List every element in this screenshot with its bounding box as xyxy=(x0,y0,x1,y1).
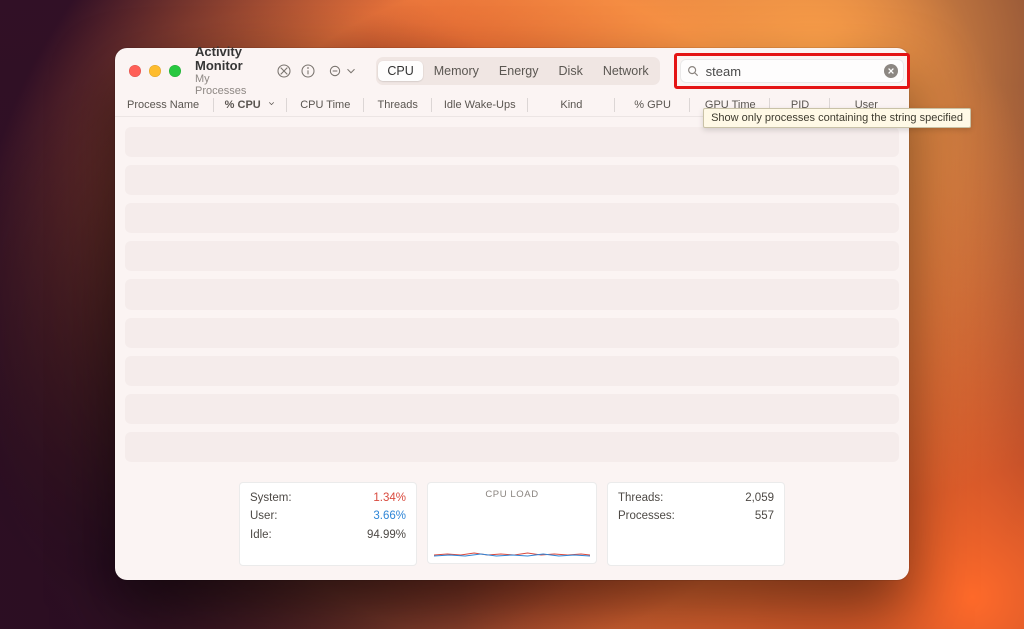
window-title: Activity Monitor xyxy=(195,45,246,74)
tab-disk[interactable]: Disk xyxy=(550,61,592,81)
table-row xyxy=(125,279,899,309)
cpu-load-title: CPU LOAD xyxy=(438,489,586,500)
cpu-load-graph xyxy=(434,535,590,557)
idle-value: 94.99% xyxy=(367,526,406,544)
clear-search-button[interactable] xyxy=(884,64,898,78)
toolbar: Activity Monitor My Processes CPU Memory xyxy=(115,48,909,94)
zoom-window-button[interactable] xyxy=(169,65,181,77)
table-row xyxy=(125,165,899,195)
search-field-highlight xyxy=(680,59,904,83)
sort-descending-icon xyxy=(267,99,276,111)
tab-network[interactable]: Network xyxy=(594,61,658,81)
view-options-dropdown[interactable] xyxy=(324,64,362,78)
search-input[interactable] xyxy=(704,63,884,80)
tab-bar: CPU Memory Energy Disk Network xyxy=(376,57,659,85)
stop-process-icon xyxy=(276,63,292,79)
process-count-card: Threads: 2,059 Processes: 557 xyxy=(607,482,785,566)
idle-label: Idle: xyxy=(250,526,272,544)
search-field[interactable] xyxy=(680,59,904,83)
col-process-name[interactable]: Process Name xyxy=(121,94,214,116)
processes-label: Processes: xyxy=(618,507,675,525)
close-window-button[interactable] xyxy=(129,65,141,77)
col-cpu-percent[interactable]: % CPU xyxy=(214,94,287,116)
table-row xyxy=(125,203,899,233)
table-row xyxy=(125,394,899,424)
table-row xyxy=(125,356,899,386)
col-gpu-percent[interactable]: % GPU xyxy=(615,94,690,116)
col-threads[interactable]: Threads xyxy=(364,94,432,116)
col-kind[interactable]: Kind xyxy=(528,94,615,116)
search-tooltip: Show only processes containing the strin… xyxy=(703,108,971,128)
processes-value: 557 xyxy=(755,507,774,525)
threads-value: 2,059 xyxy=(745,489,774,507)
user-value: 3.66% xyxy=(373,507,406,525)
process-list[interactable] xyxy=(115,117,909,472)
x-icon xyxy=(887,67,895,75)
tab-memory[interactable]: Memory xyxy=(425,61,488,81)
col-cpu-time[interactable]: CPU Time xyxy=(287,94,364,116)
system-label: System: xyxy=(250,489,292,507)
cpu-summary: System: 1.34% User: 3.66% Idle: 94.99% CPU … xyxy=(115,472,909,580)
col-idle-wakeups[interactable]: Idle Wake-Ups xyxy=(432,94,528,116)
cpu-usage-card: System: 1.34% User: 3.66% Idle: 94.99% xyxy=(239,482,417,566)
activity-monitor-window: Activity Monitor My Processes CPU Memory xyxy=(115,48,909,580)
minimize-window-button[interactable] xyxy=(149,65,161,77)
chevron-down-icon xyxy=(344,64,358,78)
tab-cpu[interactable]: CPU xyxy=(378,61,422,81)
user-label: User: xyxy=(250,507,277,525)
tab-energy[interactable]: Energy xyxy=(490,61,548,81)
table-row xyxy=(125,432,899,462)
stop-process-button[interactable] xyxy=(276,59,292,83)
cpu-load-card: CPU LOAD xyxy=(427,482,597,564)
search-icon xyxy=(686,64,700,78)
table-row xyxy=(125,127,899,157)
empty-rows xyxy=(125,127,899,462)
window-title-block: Activity Monitor My Processes xyxy=(195,45,246,98)
process-info-button[interactable] xyxy=(300,59,316,83)
info-icon xyxy=(300,63,316,79)
table-row xyxy=(125,318,899,348)
system-value: 1.34% xyxy=(373,489,406,507)
window-controls xyxy=(129,65,181,77)
threads-label: Threads: xyxy=(618,489,663,507)
table-row xyxy=(125,241,899,271)
minus-circle-icon xyxy=(328,64,342,78)
